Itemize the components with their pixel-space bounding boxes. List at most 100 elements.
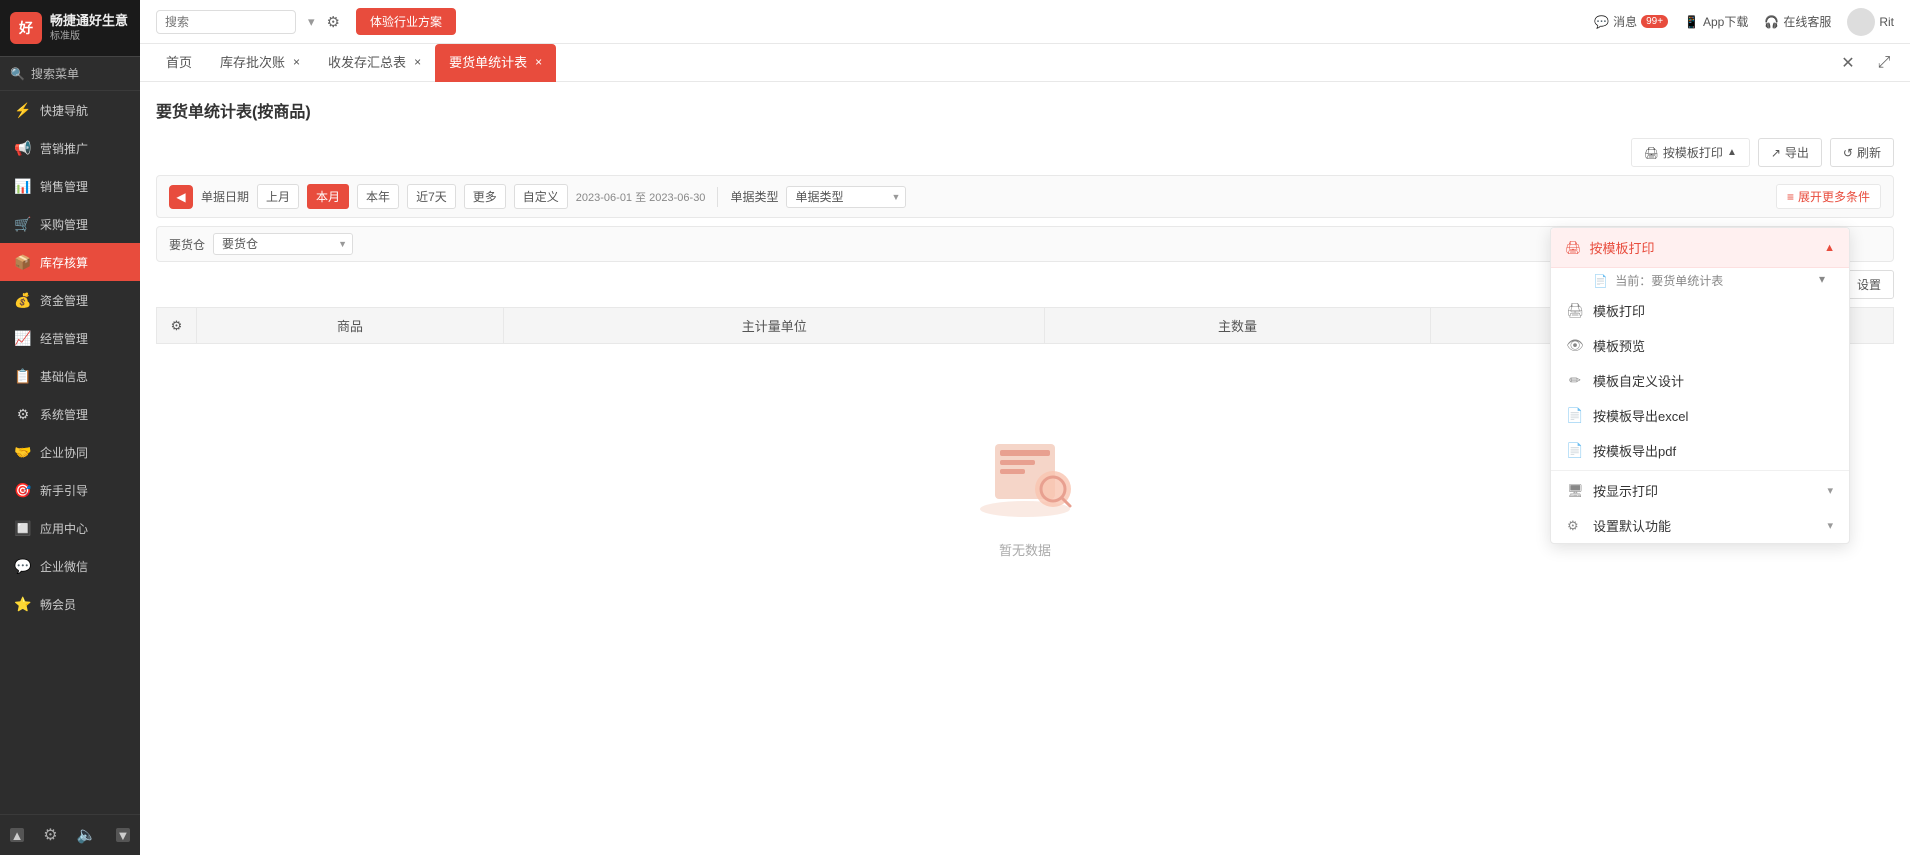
date-btn-本月[interactable]: 本月 — [307, 184, 349, 209]
sidebar-label-system: 系统管理 — [40, 406, 88, 423]
tab-order-stats[interactable]: 要货单统计表× — [435, 44, 556, 82]
sidebar-item-quick-nav[interactable]: ⚡快捷导航 — [0, 91, 140, 129]
tab-close-receivables-summary[interactable]: × — [414, 55, 421, 69]
sidebar-item-marketing[interactable]: 📢营销推广 — [0, 129, 140, 167]
type-filter-label: 单据类型 — [730, 188, 778, 205]
dropdown-item-template-export-excel[interactable]: 📄按模板导出excel — [1551, 398, 1849, 433]
tab-label-inventory-batch: 库存批次账 — [220, 52, 285, 71]
sidebar-item-operations[interactable]: 📈经营管理 — [0, 319, 140, 357]
sidebar-item-app-center[interactable]: 🔲应用中心 — [0, 509, 140, 547]
refresh-btn[interactable]: ↺ 刷新 — [1830, 138, 1894, 167]
sidebar-label-sales: 销售管理 — [40, 178, 88, 195]
date-btn-近7天[interactable]: 近7天 — [407, 184, 456, 209]
dropdown-header[interactable]: 🖨 按模板打印 ▲ — [1551, 228, 1849, 268]
date-btn-上月[interactable]: 上月 — [257, 184, 299, 209]
messages-item[interactable]: 💬 消息 99+ — [1594, 13, 1668, 30]
topbar-search-input[interactable] — [156, 10, 296, 34]
table-gear-icon[interactable]: ⚙ — [171, 318, 183, 333]
tab-receivables-summary[interactable]: 收发存汇总表× — [314, 44, 435, 82]
headset-icon: 🎧 — [1764, 15, 1779, 29]
sidebar-search[interactable]: 🔍 搜索菜单 — [0, 57, 140, 91]
dropdown-label-template-print: 模板打印 — [1593, 301, 1645, 320]
dropdown-header-chevron-icon: ▲ — [1824, 242, 1835, 254]
print-chevron-icon: ▲ — [1727, 147, 1737, 158]
dropdown-menu: 🖨 按模板打印 ▲ 📄 当前：要货单统计表 ▾ 🖨模板打印👁模板预览✏模板自定义… — [1550, 227, 1850, 544]
date-range-display: 2023-06-01 至 2023-06-30 — [576, 189, 706, 205]
sidebar-icon-base-info: 📋 — [14, 367, 32, 385]
scroll-down-btn[interactable]: ▼ — [116, 828, 130, 842]
app-download-item[interactable]: 📱 App下载 — [1684, 13, 1748, 30]
download-icon: 📱 — [1684, 15, 1699, 29]
online-service-item[interactable]: 🎧 在线客服 — [1764, 13, 1831, 30]
dropdown-label-template-custom: 模板自定义设计 — [1593, 371, 1684, 390]
sidebar-logo-text: 畅捷通好生意 标准版 — [50, 12, 128, 44]
date-btn-更多[interactable]: 更多 — [464, 184, 506, 209]
dropdown-icon-template-export-pdf: 📄 — [1567, 442, 1583, 459]
sidebar-label-collab: 企业协同 — [40, 444, 88, 461]
sidebar-logo[interactable]: 好 畅捷通好生意 标准版 — [0, 0, 140, 57]
sidebar-icon-system: ⚙ — [14, 405, 32, 423]
th-settings[interactable]: ⚙ — [157, 308, 197, 344]
app-name: 畅捷通好生意 — [50, 12, 128, 30]
dropdown-item-template-print[interactable]: 🖨模板打印 — [1551, 293, 1849, 328]
type-select-wrapper: 单据类型 — [786, 186, 906, 208]
filter-toggle-btn[interactable]: ◀ — [169, 185, 193, 209]
sidebar-item-inventory[interactable]: 📦库存核算 — [0, 243, 140, 281]
messages-label: 消息 — [1613, 13, 1637, 30]
audio-icon[interactable]: 🔈 — [77, 825, 97, 845]
dropdown-item-template-preview[interactable]: 👁 模板预览 — [1551, 328, 1849, 363]
tab-label-home: 首页 — [166, 52, 192, 71]
trial-btn[interactable]: 体验行业方案 — [356, 8, 456, 35]
settings-btn[interactable]: 设置 — [1844, 270, 1894, 299]
tab-inventory-batch[interactable]: 库存批次账 × — [206, 44, 314, 82]
scroll-up-btn[interactable]: ▲ — [10, 828, 24, 842]
sidebar-item-enterprise-wechat[interactable]: 💬企业微信 — [0, 547, 140, 585]
sidebar-item-sales[interactable]: 📊销售管理 — [0, 167, 140, 205]
th-quantity: 主数量 — [1045, 308, 1430, 344]
topbar-chevron-icon[interactable]: ▾ — [308, 14, 315, 30]
sidebar-nav: ⚡快捷导航📢营销推广📊销售管理🛒采购管理📦库存核算💰资金管理📈经营管理📋基础信息… — [0, 91, 140, 814]
warehouse-select[interactable]: 要货仓 — [213, 233, 353, 255]
dropdown-icon-template-preview: 👁 — [1567, 337, 1583, 354]
sidebar-search-label: 搜索菜单 — [31, 65, 79, 82]
type-select[interactable]: 单据类型 — [786, 186, 906, 208]
dropdown-divider — [1551, 470, 1849, 471]
dropdown-title: 按模板打印 — [1590, 238, 1655, 257]
sidebar-label-guide: 新手引导 — [40, 482, 88, 499]
sidebar-item-finance[interactable]: 💰资金管理 — [0, 281, 140, 319]
tab-close-order-stats[interactable]: × — [535, 55, 542, 69]
sidebar-icon-enterprise-wechat: 💬 — [14, 557, 32, 575]
page-title: 要货单统计表(按商品) — [156, 98, 1894, 122]
sidebar-item-base-info[interactable]: 📋基础信息 — [0, 357, 140, 395]
tab-home[interactable]: 首页 — [152, 44, 206, 82]
dropdown-label-template-preview: 模板预览 — [1593, 336, 1645, 355]
topbar-gear-icon[interactable]: ⚙ — [327, 13, 340, 31]
sidebar-item-member[interactable]: ⭐畅会员 — [0, 585, 140, 623]
dropdown-display-print-left: 🖥 按显示打印 — [1567, 481, 1658, 500]
export-btn[interactable]: ↗ 导出 — [1758, 138, 1822, 167]
settings-icon[interactable]: ⚙ — [43, 825, 57, 845]
date-btn-本年[interactable]: 本年 — [357, 184, 399, 209]
topbar-right: 💬 消息 99+ 📱 App下载 🎧 在线客服 Rit — [1594, 8, 1894, 36]
sidebar-footer: ▲ ⚙ 🔈 ▼ — [0, 814, 140, 855]
expand-more-btn[interactable]: ≡ 展开更多条件 — [1776, 184, 1881, 209]
sidebar-icon-collab: 🤝 — [14, 443, 32, 461]
sidebar-item-collab[interactable]: 🤝 企业协同 — [0, 433, 140, 471]
tab-close-icon[interactable]: ✕ — [1834, 49, 1862, 77]
dropdown-set-default-item[interactable]: ⚙ 设置默认功能 ▾ — [1551, 508, 1849, 543]
user-avatar-item[interactable]: Rit — [1847, 8, 1894, 36]
dropdown-icon-template-export-excel: 📄 — [1567, 407, 1583, 424]
print-template-btn[interactable]: 🖨 按模板打印 ▲ — [1631, 138, 1750, 167]
dropdown-item-template-export-pdf[interactable]: 📄按模板导出pdf — [1551, 433, 1849, 468]
dropdown-item-template-custom[interactable]: ✏模板自定义设计 — [1551, 363, 1849, 398]
sidebar-item-guide[interactable]: 🎯新手引导 — [0, 471, 140, 509]
tab-expand-icon[interactable]: ⤢ — [1870, 49, 1898, 77]
display-print-icon: 🖥 — [1567, 483, 1583, 499]
divider — [717, 187, 718, 207]
tab-close-inventory-batch[interactable]: × — [293, 55, 300, 69]
date-btn-自定义[interactable]: 自定义 — [514, 184, 568, 209]
sidebar-item-purchase[interactable]: 🛒采购管理 — [0, 205, 140, 243]
search-icon: 🔍 — [10, 67, 25, 81]
dropdown-display-print-item[interactable]: 🖥 按显示打印 ▾ — [1551, 473, 1849, 508]
sidebar-item-system[interactable]: ⚙ 系统管理 — [0, 395, 140, 433]
